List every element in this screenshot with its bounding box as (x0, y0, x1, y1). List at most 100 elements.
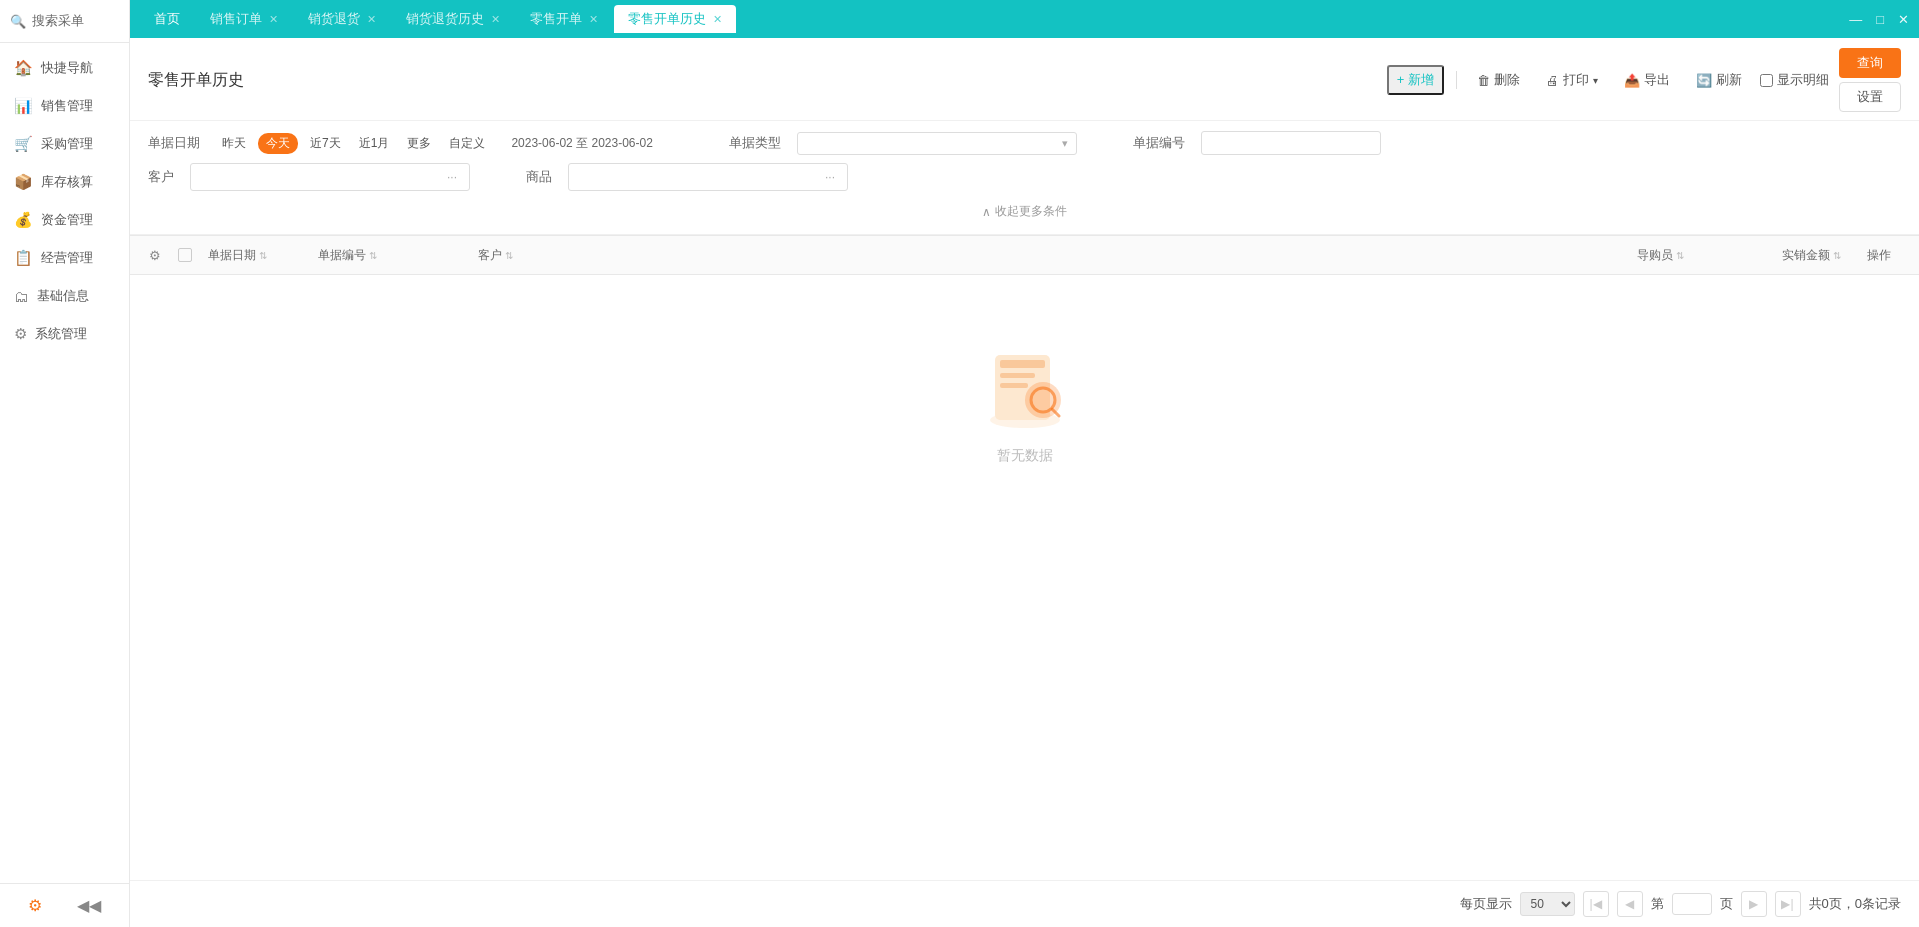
th-date[interactable]: 单据日期 ⇅ (200, 247, 310, 264)
sidebar-item-label: 库存核算 (41, 173, 93, 191)
collapse-btn[interactable]: ∧ 收起更多条件 (982, 203, 1067, 220)
page-first-btn[interactable]: |◀ (1583, 891, 1609, 917)
refresh-icon: 🔄 (1696, 73, 1712, 88)
tab-retail-open[interactable]: 零售开单 ✕ (516, 5, 612, 33)
window-maximize[interactable]: □ (1876, 12, 1884, 27)
th-checkbox[interactable] (170, 248, 200, 262)
chart-icon: 📊 (14, 97, 33, 115)
th-op-label: 操作 (1867, 247, 1891, 264)
th-date-sort: ⇅ (259, 250, 267, 261)
sidebar-item-finance[interactable]: 💰 资金管理 (0, 201, 129, 239)
empty-state: 暂无数据 (130, 275, 1919, 525)
type-select-chevron: ▾ (1062, 137, 1068, 150)
page-input[interactable]: 1 (1672, 893, 1712, 915)
sidebar-bottom: ⚙ ◀◀ (0, 883, 129, 927)
filter-row-2: 客户 ··· 商品 ··· (148, 163, 1901, 191)
tab-retail-open-history[interactable]: 零售开单历史 ✕ (614, 5, 736, 33)
th-guide-sort: ⇅ (1676, 250, 1684, 261)
th-customer[interactable]: 客户 ⇅ (470, 247, 1629, 264)
th-num[interactable]: 单据编号 ⇅ (310, 247, 470, 264)
sidebar-item-label: 基础信息 (37, 287, 89, 305)
settings-button[interactable]: 设置 (1839, 82, 1901, 112)
chevron-up-icon: ∧ (982, 205, 991, 219)
print-button[interactable]: 🖨 打印 ▾ (1538, 67, 1606, 93)
date-opt-last-month[interactable]: 近1月 (353, 133, 396, 154)
date-opt-yesterday[interactable]: 昨天 (216, 133, 252, 154)
display-detail-label: 显示明细 (1777, 71, 1829, 89)
settings-bottom-icon[interactable]: ⚙ (28, 896, 42, 915)
sidebar-item-label: 快捷导航 (41, 59, 93, 77)
empty-text: 暂无数据 (997, 447, 1053, 465)
th-customer-sort: ⇅ (505, 250, 513, 261)
type-select[interactable]: ▾ (797, 132, 1077, 155)
sidebar-item-sales-mgmt[interactable]: 📊 销售管理 (0, 87, 129, 125)
home-icon: 🏠 (14, 59, 33, 77)
goods-select[interactable]: ··· (568, 163, 848, 191)
empty-illustration (975, 335, 1075, 435)
date-opt-last7[interactable]: 近7天 (304, 133, 347, 154)
sidebar-item-inventory[interactable]: 📦 库存核算 (0, 163, 129, 201)
page-next-btn[interactable]: ▶ (1741, 891, 1767, 917)
window-minimize[interactable]: — (1849, 12, 1862, 27)
delete-button[interactable]: 🗑 删除 (1469, 67, 1528, 93)
tab-retail-open-history-close[interactable]: ✕ (713, 13, 722, 26)
sidebar-item-purchase-mgmt[interactable]: 🛒 采购管理 (0, 125, 129, 163)
svg-rect-2 (1000, 360, 1045, 368)
tab-sales-return-close[interactable]: ✕ (367, 13, 376, 26)
sidebar-item-business[interactable]: 📋 经营管理 (0, 239, 129, 277)
tab-sales-order-label: 销售订单 (210, 10, 262, 28)
th-gear[interactable]: ⚙ (140, 248, 170, 263)
date-opt-custom[interactable]: 自定义 (443, 133, 491, 154)
query-settings-group: 查询 设置 (1839, 48, 1901, 112)
page-prev-btn[interactable]: ◀ (1617, 891, 1643, 917)
sidebar-item-label: 资金管理 (41, 211, 93, 229)
date-opt-today[interactable]: 今天 (258, 133, 298, 154)
customer-ellipsis[interactable]: ··· (443, 168, 461, 186)
print-icon: 🖨 (1546, 73, 1559, 88)
tab-sales-return-history-close[interactable]: ✕ (491, 13, 500, 26)
tab-sales-order-close[interactable]: ✕ (269, 13, 278, 26)
sidebar-item-label: 采购管理 (41, 135, 93, 153)
refresh-label: 刷新 (1716, 71, 1742, 89)
display-detail-checkbox[interactable] (1760, 74, 1773, 87)
display-detail-toggle[interactable]: 显示明细 (1760, 71, 1829, 89)
sidebar-item-sys-mgmt[interactable]: ⚙ 系统管理 (0, 315, 129, 353)
page-label-2: 页 (1720, 895, 1733, 913)
refresh-button[interactable]: 🔄 刷新 (1688, 67, 1750, 93)
per-page-select[interactable]: 50 20 100 (1520, 892, 1575, 916)
tab-sales-return-history[interactable]: 销货退货历史 ✕ (392, 5, 514, 33)
export-button[interactable]: 📤 导出 (1616, 67, 1678, 93)
num-input[interactable] (1201, 131, 1381, 155)
goods-ellipsis[interactable]: ··· (821, 168, 839, 186)
table-wrap: ⚙ 单据日期 ⇅ 单据编号 ⇅ 客户 ⇅ 导购员 ⇅ (130, 235, 1919, 880)
sidebar-search-area[interactable]: 🔍 搜索采单 (0, 0, 129, 43)
collapse-sidebar-btn[interactable]: ◀◀ (77, 896, 101, 915)
query-button[interactable]: 查询 (1839, 48, 1901, 78)
export-icon: 📤 (1624, 73, 1640, 88)
tab-retail-open-history-label: 零售开单历史 (628, 10, 706, 28)
window-close[interactable]: ✕ (1898, 12, 1909, 27)
page-last-btn[interactable]: ▶| (1775, 891, 1801, 917)
th-amount-sort: ⇅ (1833, 250, 1841, 261)
sidebar-item-base-info[interactable]: 🗂 基础信息 (0, 277, 129, 315)
th-amount[interactable]: 实销金额 ⇅ (1749, 247, 1849, 264)
th-checkbox-box[interactable] (178, 248, 192, 262)
svg-rect-4 (1000, 383, 1028, 388)
collapse-label: 收起更多条件 (995, 203, 1067, 220)
sidebar-item-label: 销售管理 (41, 97, 93, 115)
delete-icon: 🗑 (1477, 73, 1490, 88)
tab-retail-open-close[interactable]: ✕ (589, 13, 598, 26)
tab-sales-return[interactable]: 销货退货 ✕ (294, 5, 390, 33)
date-label: 单据日期 (148, 134, 200, 152)
th-guide[interactable]: 导购员 ⇅ (1629, 247, 1749, 264)
date-opt-more[interactable]: 更多 (401, 133, 437, 154)
tab-sales-order[interactable]: 销售订单 ✕ (196, 5, 292, 33)
tab-sales-return-history-label: 销货退货历史 (406, 10, 484, 28)
sidebar-item-quick-nav[interactable]: 🏠 快捷导航 (0, 49, 129, 87)
search-btn[interactable]: 🔍 搜索采单 (10, 12, 119, 30)
tab-home[interactable]: 首页 (140, 5, 194, 33)
customer-select[interactable]: ··· (190, 163, 470, 191)
num-label: 单据编号 (1133, 134, 1185, 152)
toolbar-actions: + 新增 🗑 删除 🖨 打印 ▾ 📤 导出 🔄 刷新 (1387, 48, 1901, 112)
add-button[interactable]: + 新增 (1387, 65, 1444, 95)
